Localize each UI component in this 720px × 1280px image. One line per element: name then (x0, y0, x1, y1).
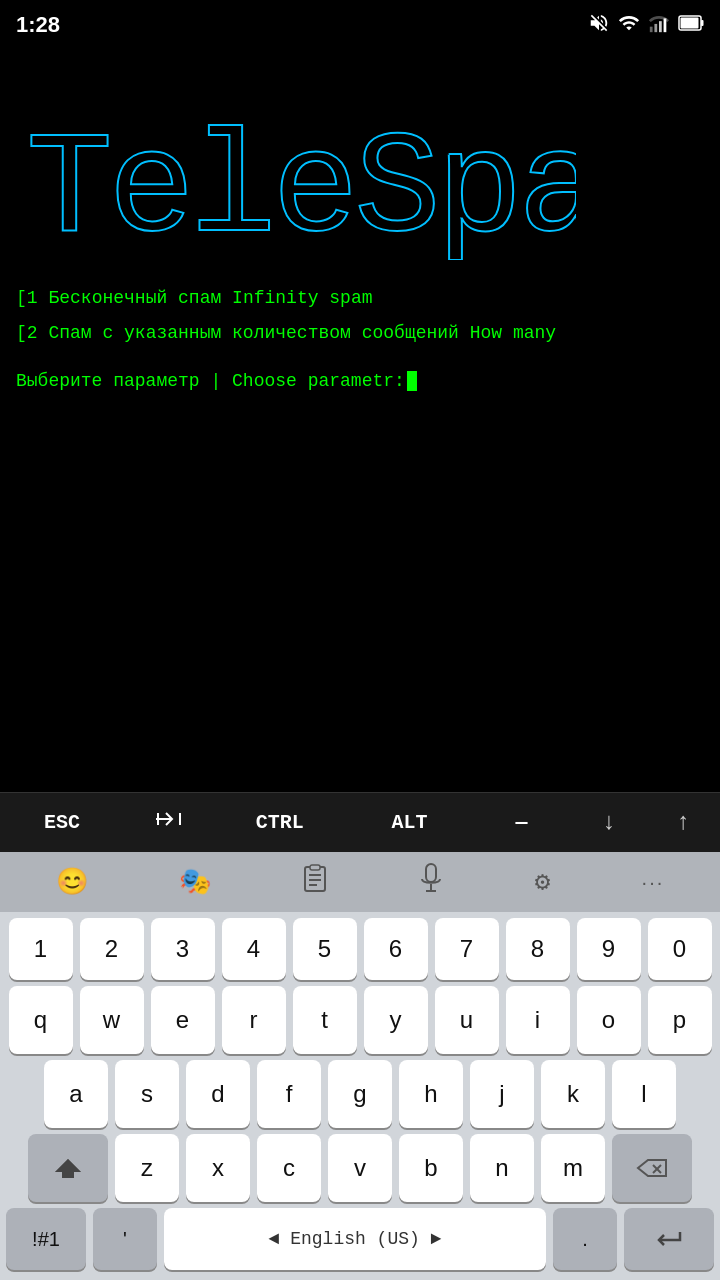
key-3[interactable]: 3 (151, 918, 215, 980)
esc-button[interactable]: ESC (30, 805, 94, 840)
more-icon[interactable]: ··· (642, 871, 665, 894)
svg-rect-6 (681, 18, 699, 29)
mute-icon (588, 12, 610, 38)
key-4[interactable]: 4 (222, 918, 286, 980)
symbols-key[interactable]: !#1 (6, 1208, 86, 1270)
shift-key[interactable] (28, 1134, 108, 1202)
space-key[interactable]: ◄ English (US) ► (164, 1208, 546, 1270)
status-icons (588, 12, 704, 38)
key-h[interactable]: h (399, 1060, 463, 1128)
key-g[interactable]: g (328, 1060, 392, 1128)
asdf-row: a s d f g h j k l (6, 1060, 714, 1128)
key-u[interactable]: u (435, 986, 499, 1054)
zxcv-row: z x c v b n m (6, 1134, 714, 1202)
period-key[interactable]: . (553, 1208, 617, 1270)
key-p[interactable]: p (648, 986, 712, 1054)
backspace-key[interactable] (612, 1134, 692, 1202)
signal-icon (648, 12, 670, 38)
key-s[interactable]: s (115, 1060, 179, 1128)
alt-button[interactable]: ALT (378, 805, 442, 840)
prompt-text-en: Choose parametr: (232, 371, 405, 391)
key-7[interactable]: 7 (435, 918, 499, 980)
terminal-toolbar: ESC CTRL ALT — ↓ ↑ (0, 792, 720, 852)
key-j[interactable]: j (470, 1060, 534, 1128)
terminal: TeleSpam [1 Бесконечный спам Infinity sp… (0, 50, 720, 792)
key-5[interactable]: 5 (293, 918, 357, 980)
qwerty-row: q w e r t y u i o p (6, 986, 714, 1054)
wifi-icon (618, 12, 640, 38)
key-o[interactable]: o (577, 986, 641, 1054)
key-w[interactable]: w (80, 986, 144, 1054)
key-e[interactable]: e (151, 986, 215, 1054)
svg-rect-1 (654, 24, 657, 32)
key-r[interactable]: r (222, 986, 286, 1054)
status-bar: 1:28 (0, 0, 720, 50)
key-b[interactable]: b (399, 1134, 463, 1202)
svg-rect-5 (701, 20, 704, 26)
key-a[interactable]: a (44, 1060, 108, 1128)
up-arrow-button[interactable]: ↑ (676, 809, 690, 836)
svg-rect-3 (664, 18, 667, 32)
down-arrow-button[interactable]: ↓ (601, 809, 615, 836)
sticker-icon[interactable]: 🎭 (179, 866, 211, 898)
key-z[interactable]: z (115, 1134, 179, 1202)
svg-text:TeleSpam: TeleSpam (26, 109, 576, 260)
key-8[interactable]: 8 (506, 918, 570, 980)
mic-icon[interactable] (419, 863, 443, 901)
key-m[interactable]: m (541, 1134, 605, 1202)
prompt-separator: | (200, 371, 232, 391)
key-c[interactable]: c (257, 1134, 321, 1202)
svg-rect-2 (659, 21, 662, 32)
key-1[interactable]: 1 (9, 918, 73, 980)
status-time: 1:28 (16, 12, 60, 38)
logo-container: TeleSpam (16, 70, 704, 265)
key-x[interactable]: x (186, 1134, 250, 1202)
key-d[interactable]: d (186, 1060, 250, 1128)
key-9[interactable]: 9 (577, 918, 641, 980)
key-y[interactable]: y (364, 986, 428, 1054)
key-f[interactable]: f (257, 1060, 321, 1128)
svg-rect-0 (650, 27, 653, 32)
bottom-row: !#1 ' ◄ English (US) ► . (6, 1208, 714, 1270)
key-0[interactable]: 0 (648, 918, 712, 980)
enter-key[interactable] (624, 1208, 714, 1270)
clipboard-icon[interactable] (302, 863, 328, 901)
key-i[interactable]: i (506, 986, 570, 1054)
tab-icon[interactable] (154, 808, 182, 837)
key-t[interactable]: t (293, 986, 357, 1054)
ctrl-button[interactable]: CTRL (242, 805, 318, 840)
prompt-line: Выберите параметр | Choose parametr: (16, 371, 704, 391)
settings-icon[interactable]: ⚙️ (535, 866, 551, 898)
number-row: 1 2 3 4 5 6 7 8 9 0 (6, 918, 714, 980)
cursor (407, 371, 417, 391)
key-2[interactable]: 2 (80, 918, 144, 980)
emoji-icon[interactable]: 😊 (56, 866, 88, 898)
key-6[interactable]: 6 (364, 918, 428, 980)
dash-button[interactable]: — (501, 805, 541, 840)
key-n[interactable]: n (470, 1134, 534, 1202)
key-q[interactable]: q (9, 986, 73, 1054)
svg-rect-16 (426, 864, 436, 882)
svg-rect-12 (310, 865, 320, 870)
key-k[interactable]: k (541, 1060, 605, 1128)
battery-icon (678, 15, 704, 35)
keyboard-area: 😊 🎭 ⚙️ ··· 1 2 3 4 5 6 (0, 852, 720, 1280)
menu-item-2: [2 Спам с указанным количеством сообщени… (16, 320, 704, 347)
menu-item-1: [1 Бесконечный спам Infinity spam (16, 285, 704, 312)
keyboard-top-bar: 😊 🎭 ⚙️ ··· (0, 852, 720, 912)
logo-svg: TeleSpam (16, 70, 576, 260)
apostrophe-key[interactable]: ' (93, 1208, 157, 1270)
prompt-text-ru: Выберите параметр (16, 371, 200, 391)
key-v[interactable]: v (328, 1134, 392, 1202)
key-l[interactable]: l (612, 1060, 676, 1128)
